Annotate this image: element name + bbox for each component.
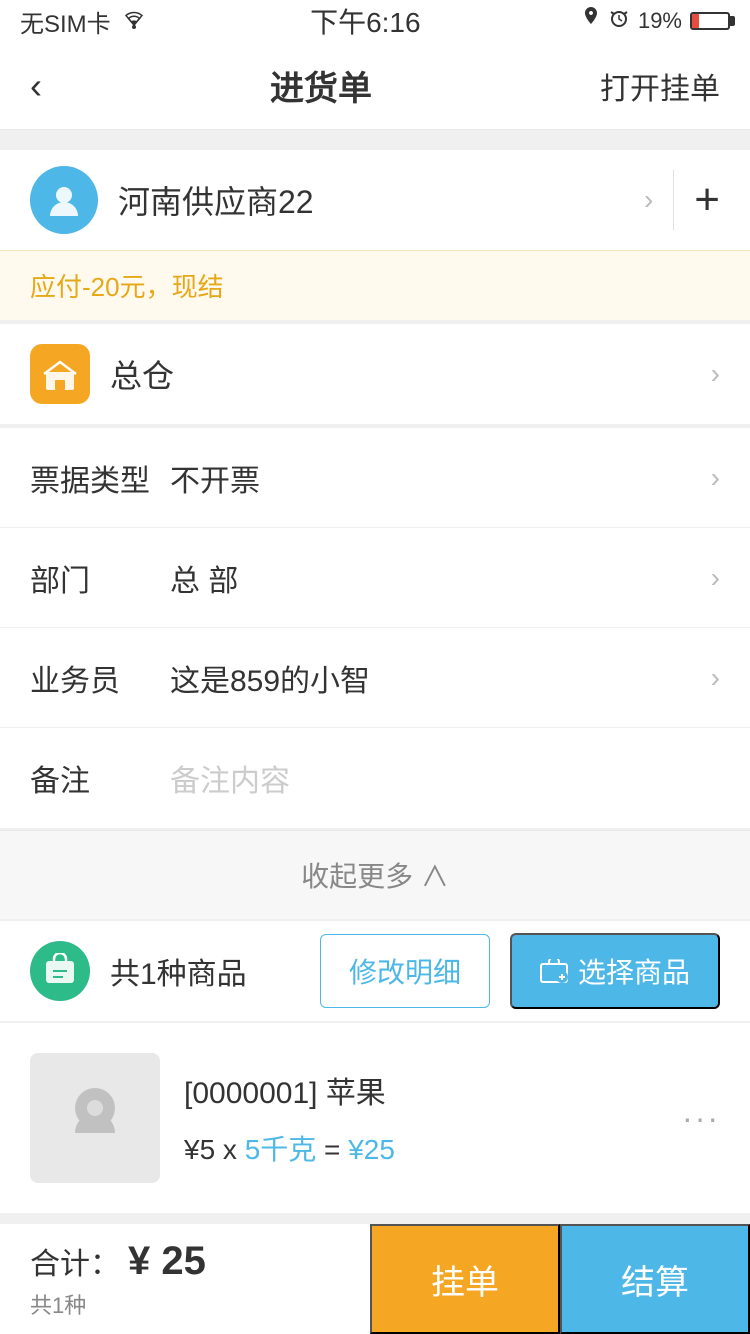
warehouse-icon (30, 344, 90, 404)
open-pending-button[interactable]: 打开挂单 (600, 64, 720, 108)
remark-label: 备注 (30, 756, 170, 800)
sales-chevron-icon: › (711, 662, 720, 694)
supplier-notice: 应付-20元，现结 (0, 250, 750, 320)
product-name: [0000001] 苹果 (184, 1068, 658, 1112)
product-more-button[interactable]: ··· (682, 1100, 720, 1137)
supplier-name: 河南供应商22 (118, 177, 644, 223)
bottom-total: 合计： ¥ 25 共1种 (0, 1224, 370, 1334)
edit-detail-button[interactable]: 修改明细 (320, 934, 490, 1008)
battery-icon (690, 12, 730, 30)
wifi-icon (119, 7, 149, 36)
warehouse-name: 总仓 (110, 351, 711, 397)
qty-text: 5千克 (245, 1134, 317, 1165)
status-left: 无SIM卡 (20, 4, 149, 39)
sales-label: 业务员 (30, 656, 170, 700)
battery-percent: 19% (638, 8, 682, 34)
invoice-label: 票据类型 (30, 456, 170, 500)
equals-text: = (316, 1134, 348, 1165)
status-bar: 无SIM卡 下午6:16 19% (0, 0, 750, 42)
dept-chevron-icon: › (711, 562, 720, 594)
supplier-avatar (30, 166, 98, 234)
add-supplier-button[interactable]: + (694, 178, 720, 222)
bottom-bar: 合计： ¥ 25 共1种 挂单 结算 (0, 1224, 750, 1334)
page-title: 进货单 (270, 61, 372, 110)
product-item: [0000001] 苹果 ¥5 x 5千克 = ¥25 ··· (0, 1023, 750, 1213)
product-code: [0000001] (184, 1077, 317, 1110)
carrier-label: 无SIM卡 (20, 4, 111, 39)
select-product-button[interactable]: 选择商品 (510, 933, 720, 1009)
select-product-label: 选择商品 (578, 951, 690, 991)
invoice-chevron-icon: › (711, 462, 720, 494)
remark-row[interactable]: 备注 备注内容 (0, 728, 750, 828)
dept-value: 总 部 (170, 556, 711, 600)
divider-1 (0, 130, 750, 150)
sales-value: 这是859的小智 (170, 656, 711, 700)
status-right: 19% (582, 7, 730, 35)
warehouse-chevron-icon: › (711, 358, 720, 390)
divider-2 (0, 320, 750, 322)
product-section-icon (30, 941, 90, 1001)
invoice-value: 不开票 (170, 456, 711, 500)
product-info: [0000001] 苹果 ¥5 x 5千克 = ¥25 (184, 1068, 658, 1168)
alarm-icon (608, 7, 630, 35)
hang-button[interactable]: 挂单 (370, 1224, 560, 1334)
collapse-bar[interactable]: 收起更多 ∧ (0, 830, 750, 919)
product-title: 苹果 (326, 1077, 386, 1110)
product-header: 共1种商品 修改明细 选择商品 (0, 921, 750, 1021)
dept-label: 部门 (30, 556, 170, 600)
back-button[interactable]: ‹ (30, 65, 42, 107)
form-section: 票据类型 不开票 › 部门 总 部 › 业务员 这是859的小智 › 备注 备注… (0, 428, 750, 828)
total-amount: ¥ 25 (128, 1239, 206, 1284)
status-time: 下午6:16 (310, 1, 421, 41)
divider-3 (0, 424, 750, 426)
total-main: 合计： ¥ 25 (30, 1239, 340, 1284)
product-price: ¥5 x 5千克 = ¥25 (184, 1128, 658, 1168)
collapse-label: 收起更多 ∧ (301, 861, 449, 892)
sales-row[interactable]: 业务员 这是859的小智 › (0, 628, 750, 728)
product-thumbnail (30, 1053, 160, 1183)
supplier-section[interactable]: 河南供应商22 › + (0, 150, 750, 250)
nav-bar: ‹ 进货单 打开挂单 (0, 42, 750, 130)
supplier-divider (673, 170, 674, 230)
dept-row[interactable]: 部门 总 部 › (0, 528, 750, 628)
total-label: 合计： (30, 1239, 120, 1283)
remark-input[interactable]: 备注内容 (170, 756, 720, 800)
product-count-label: 共1种商品 (110, 949, 300, 993)
warehouse-section[interactable]: 总仓 › (0, 324, 750, 424)
total-sub: 共1种 (30, 1288, 340, 1320)
checkout-button[interactable]: 结算 (560, 1224, 750, 1334)
total-text: ¥25 (348, 1134, 395, 1165)
supplier-chevron-icon: › (644, 184, 653, 216)
location-icon (582, 7, 600, 35)
invoice-row[interactable]: 票据类型 不开票 › (0, 428, 750, 528)
price-text: ¥5 x (184, 1134, 245, 1165)
